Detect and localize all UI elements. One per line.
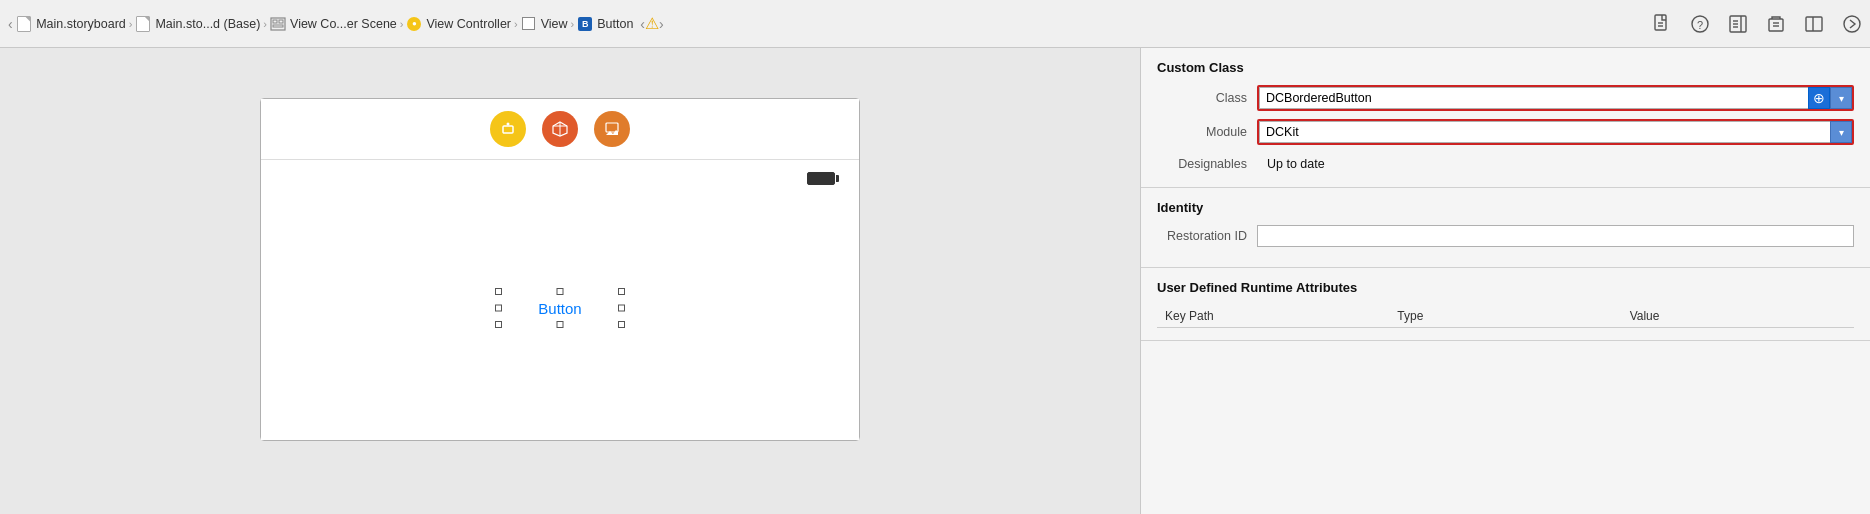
user-defined-section: User Defined Runtime Attributes Key Path… [1141,268,1870,341]
library-icon[interactable] [1766,14,1786,34]
selection-handles: Button [495,288,625,328]
identity-section: Identity Restoration ID [1141,188,1870,268]
class-add-button[interactable]: ⊕ [1808,87,1830,109]
storyboard-container: Button [260,68,880,441]
help-icon[interactable]: ? [1690,14,1710,34]
doc-base-icon [135,16,151,32]
breadcrumb-item-view[interactable]: View [521,16,568,32]
handle-br [618,321,625,328]
custom-class-section: Custom Class Class ⊕ ▾ Module ▾ [1141,48,1870,188]
attributes-table: Key Path Type Value [1157,305,1854,328]
forward-icon[interactable] [1842,14,1862,34]
class-label: Class [1157,91,1247,105]
handle-ml [495,305,502,312]
breadcrumb: ‹ Main.storyboard › Main.sto...d (Base) … [8,14,1636,33]
svg-rect-1 [273,20,277,23]
main-content: Button Custom Class Class ⊕ ▾ [0,48,1870,514]
breadcrumb-sep-2: › [263,18,267,30]
handle-mr [618,305,625,312]
handle-tl [495,288,502,295]
restoration-id-input[interactable] [1257,225,1854,247]
scene-cube-icon [542,111,578,147]
designables-label: Designables [1157,157,1247,171]
scene-header [261,99,859,160]
breadcrumb-item-view-controller[interactable]: ● View Controller [406,16,511,32]
identity-title: Identity [1157,200,1854,215]
restoration-id-label: Restoration ID [1157,229,1247,243]
breadcrumb-item-main-base[interactable]: Main.sto...d (Base) [135,16,260,32]
breadcrumb-item-button[interactable]: B Button [577,16,633,32]
handle-bm [557,321,564,328]
handle-bl [495,321,502,328]
class-field-row: Class ⊕ ▾ [1157,85,1854,111]
controller-icon: ● [406,16,422,32]
svg-rect-17 [1806,17,1822,31]
editor-layout-icon[interactable] [1804,14,1824,34]
handle-tr [618,288,625,295]
nav-next-icon[interactable]: › [659,16,664,32]
class-input[interactable] [1259,87,1808,109]
scene-storyboard-icon [594,111,630,147]
button-b-icon: B [577,16,593,32]
restoration-id-row: Restoration ID [1157,225,1854,247]
svg-rect-2 [279,20,283,23]
designables-value: Up to date [1267,157,1325,171]
toolbar: ‹ Main.storyboard › Main.sto...d (Base) … [0,0,1870,48]
inspector-icon[interactable] [1728,14,1748,34]
nav-back-icon[interactable]: ‹ [8,16,13,32]
breadcrumb-sep-5: › [571,18,575,30]
custom-class-title: Custom Class [1157,60,1854,75]
breadcrumb-sep-4: › [514,18,518,30]
attr-col-value: Value [1622,305,1854,327]
breadcrumb-item-main-storyboard[interactable]: Main.storyboard [16,16,126,32]
module-dropdown-button[interactable]: ▾ [1830,121,1852,143]
svg-rect-3 [273,25,283,27]
right-panel: Custom Class Class ⊕ ▾ Module ▾ [1140,48,1870,514]
breadcrumb-sep-1: › [129,18,133,30]
attr-col-type: Type [1389,305,1621,327]
module-label: Module [1157,125,1247,139]
battery-icon [807,172,839,185]
designables-row: Designables Up to date [1157,153,1854,175]
view-icon [521,16,537,32]
attr-col-keypath: Key Path [1157,305,1389,327]
module-input[interactable] [1259,121,1830,143]
scene-body: Button [261,160,859,440]
attr-header-row: Key Path Type Value [1157,305,1854,328]
canvas-area[interactable]: Button [0,48,1140,514]
user-defined-title: User Defined Runtime Attributes [1157,280,1854,295]
svg-rect-14 [1769,19,1783,31]
module-field-row: Module ▾ [1157,119,1854,145]
svg-text:?: ? [1697,19,1703,31]
canvas-button-container: Button [495,288,625,328]
doc-icon [16,16,32,32]
breadcrumb-item-scene[interactable]: View Co...er Scene [270,16,397,32]
svg-point-19 [1844,16,1860,32]
handle-tm [557,288,564,295]
class-dropdown-button[interactable]: ▾ [1830,87,1852,109]
canvas-button-label: Button [518,296,601,321]
scene-controller-icon [490,111,526,147]
scene-icon [270,16,286,32]
scene-box: Button [260,98,860,441]
toolbar-right-icons: ? [1652,14,1862,34]
new-file-icon[interactable] [1652,14,1672,34]
svg-point-20 [498,119,518,139]
breadcrumb-sep-3: › [400,18,404,30]
warning-icon: ⚠ [645,14,659,33]
svg-point-22 [507,123,510,126]
